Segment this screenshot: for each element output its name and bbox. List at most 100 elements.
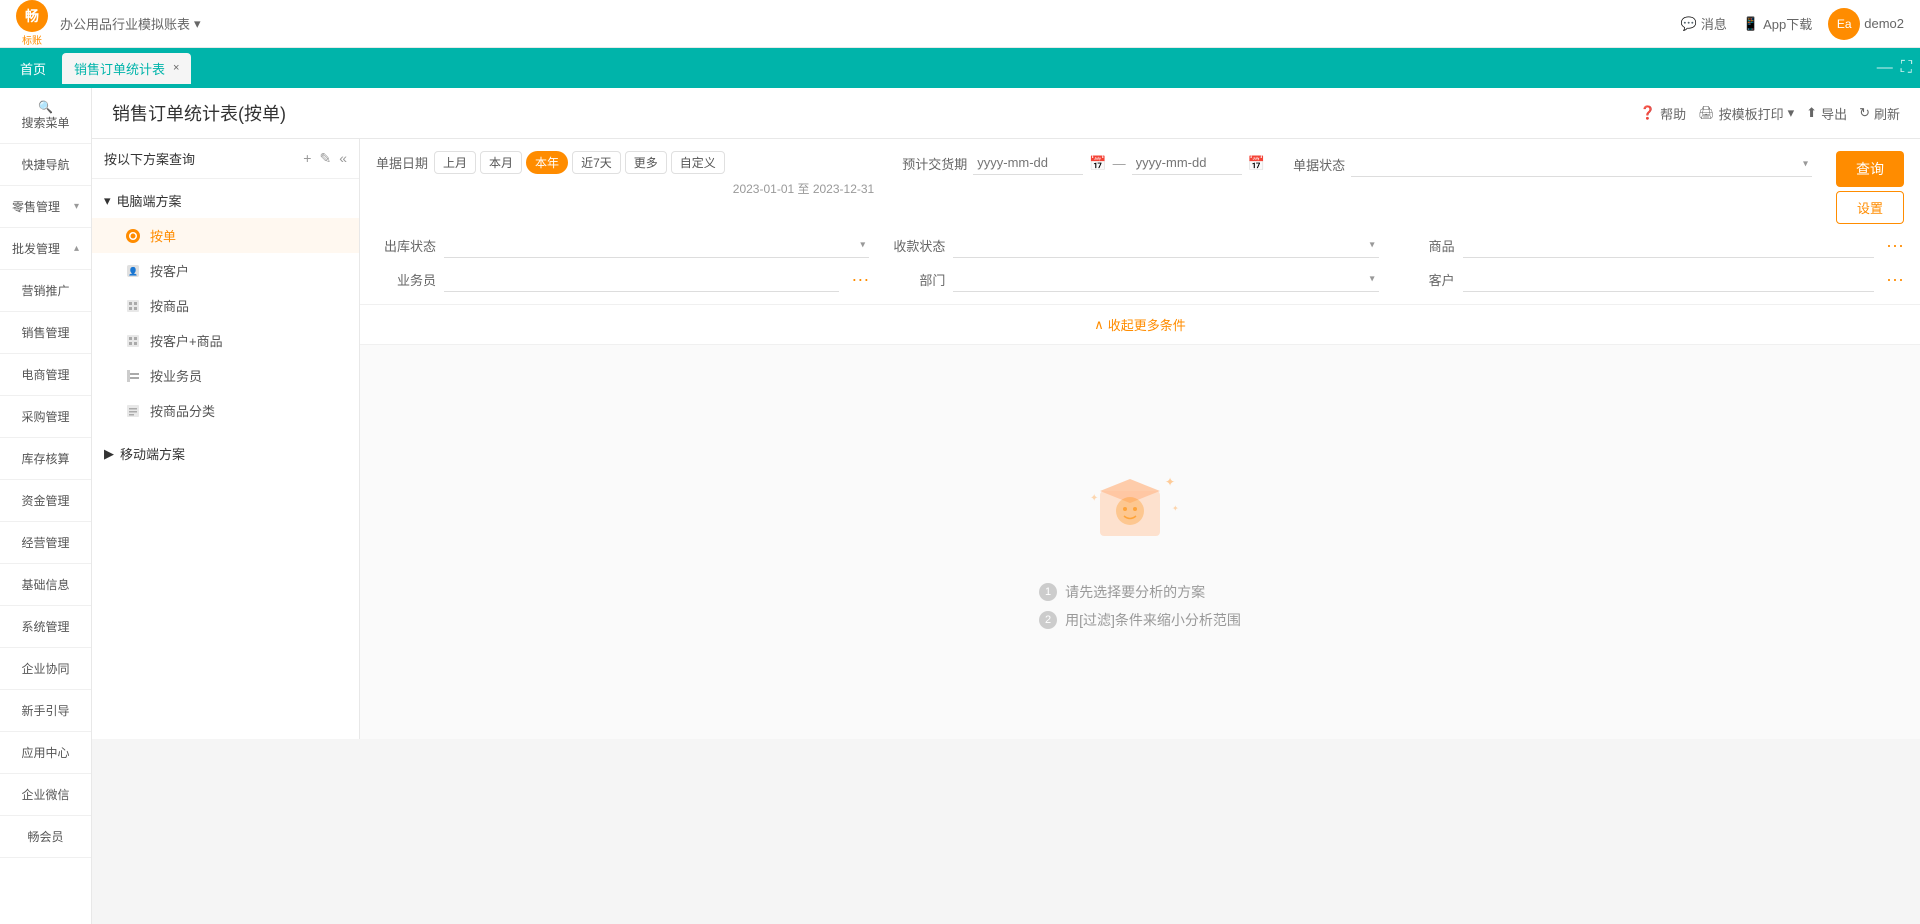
nav-tabs: 首页 销售订单统计表 × — ⛶	[0, 48, 1920, 88]
doc-status-select-wrap: ▾	[1351, 151, 1812, 177]
empty-tips: 1 请先选择要分析的方案 2 用[过滤]条件来缩小分析范围	[1039, 578, 1241, 634]
scheme-item-by-category[interactable]: 按商品分类	[92, 393, 359, 428]
payment-status-select-wrap: ▾	[953, 232, 1378, 258]
empty-tip-1: 1 请先选择要分析的方案	[1039, 578, 1241, 606]
sidebar-item-basic-info[interactable]: 基础信息	[0, 564, 91, 606]
payment-status-select[interactable]	[953, 232, 1378, 258]
date-btn-last-month[interactable]: 上月	[434, 151, 476, 174]
search-icon: 🔍	[38, 100, 53, 114]
scheme-edit-btn[interactable]: ✎	[319, 150, 331, 167]
date-btn-custom[interactable]: 自定义	[671, 151, 725, 174]
scheme-group-mobile-arrow-icon: ▶	[104, 446, 114, 462]
tab-close-icon[interactable]: ×	[173, 62, 179, 74]
scheme-item-icon-salesperson	[124, 367, 142, 385]
layout: 🔍 搜索菜单 快捷导航 零售管理 ▾ 批发管理 ▴ 营销推广 销售管理 电商管理…	[0, 88, 1920, 924]
date-btn-7days[interactable]: 近7天	[572, 151, 621, 174]
salesperson-input[interactable]	[444, 266, 839, 292]
empty-state: ✦ ✦ ✦ 1 请先选择要分析的方案 2	[1019, 371, 1261, 714]
customer-label: 客户	[1395, 270, 1455, 289]
app-title[interactable]: 办公用品行业模拟账表 ▾	[60, 14, 201, 33]
filter-area: 单据日期 上月 本月 本年 近7天 更多 自定义 2023-01-01	[360, 139, 1920, 345]
sidebar-item-marketing[interactable]: 营销推广	[0, 270, 91, 312]
sidebar-item-shortcuts[interactable]: 快捷导航	[0, 144, 91, 186]
scheme-item-icon-category	[124, 402, 142, 420]
app-download-btn[interactable]: 📱 App下载	[1743, 14, 1812, 33]
sidebar-item-inventory[interactable]: 库存核算	[0, 438, 91, 480]
sidebar-item-purchase[interactable]: 采购管理	[0, 396, 91, 438]
tab-current[interactable]: 销售订单统计表 ×	[62, 53, 191, 84]
sidebar-item-finance[interactable]: 资金管理	[0, 480, 91, 522]
expected-date-end-icon[interactable]: 📅	[1248, 155, 1265, 172]
window-maximize-btn[interactable]: ⛶	[1901, 59, 1912, 77]
window-minimize-btn[interactable]: —	[1877, 59, 1893, 77]
sidebar-item-members[interactable]: 畅会员	[0, 816, 91, 858]
scheme-item-icon-order	[124, 227, 142, 245]
scheme-group-pc-header[interactable]: ▾ 电脑端方案	[92, 183, 359, 218]
date-btn-more[interactable]: 更多	[625, 151, 667, 174]
sidebar-item-sales[interactable]: 销售管理	[0, 312, 91, 354]
page-header: 销售订单统计表(按单) ❓ 帮助 🖨 按模板打印 ▾ ⬆ 导出 ↻ 刷新	[92, 88, 1920, 139]
doc-status-label: 单据状态	[1293, 155, 1345, 174]
page-title: 销售订单统计表(按单)	[112, 100, 286, 126]
export-icon: ⬆	[1806, 105, 1817, 121]
outbound-status-select[interactable]	[444, 232, 869, 258]
filter-row-3: 业务员 ··· 部门 ▾	[360, 258, 1920, 304]
date-btn-this-year[interactable]: 本年	[526, 151, 568, 174]
sidebar-item-cooperation[interactable]: 企业协同	[0, 648, 91, 690]
refresh-btn[interactable]: ↻ 刷新	[1859, 104, 1900, 123]
settings-button[interactable]: 设置	[1836, 191, 1904, 224]
sidebar-item-ecommerce[interactable]: 电商管理	[0, 354, 91, 396]
help-btn[interactable]: ❓ 帮助	[1640, 104, 1686, 123]
scheme-item-by-customer-goods[interactable]: 按客户+商品	[92, 323, 359, 358]
department-select[interactable]	[953, 266, 1378, 292]
salesperson-more-btn[interactable]: ···	[851, 270, 869, 288]
scheme-item-by-order[interactable]: 按单	[92, 218, 359, 253]
expected-date-start-icon[interactable]: 📅	[1089, 155, 1106, 172]
scheme-collapse-btn[interactable]: «	[339, 150, 347, 167]
query-button[interactable]: 查询	[1836, 151, 1904, 187]
doc-status-select[interactable]	[1351, 151, 1812, 177]
sidebar-item-retail[interactable]: 零售管理 ▾	[0, 186, 91, 228]
wholesale-arrow-icon: ▴	[74, 243, 79, 254]
template-print-btn[interactable]: 🖨 按模板打印 ▾	[1698, 104, 1794, 123]
scheme-group-pc: ▾ 电脑端方案 按单	[92, 179, 359, 432]
expected-date-start[interactable]	[973, 151, 1083, 175]
filter-row-1: 单据日期 上月 本月 本年 近7天 更多 自定义 2023-01-01	[360, 139, 1920, 224]
scheme-item-by-goods[interactable]: 按商品	[92, 288, 359, 323]
goods-group: 商品 ···	[1395, 232, 1904, 258]
sidebar-item-guide[interactable]: 新手引导	[0, 690, 91, 732]
date-btn-this-month[interactable]: 本月	[480, 151, 522, 174]
customer-input[interactable]	[1463, 266, 1874, 292]
message-btn[interactable]: 💬 消息	[1681, 14, 1727, 33]
collapse-bar[interactable]: ∧ 收起更多条件	[360, 304, 1920, 344]
scheme-panel: 按以下方案查询 + ✎ « ▾ 电脑端方案	[92, 139, 360, 739]
svg-text:✦: ✦	[1172, 504, 1179, 513]
scheme-add-btn[interactable]: +	[303, 150, 311, 167]
goods-label: 商品	[1395, 236, 1455, 255]
goods-more-btn[interactable]: ···	[1886, 236, 1904, 254]
sidebar-item-wechat[interactable]: 企业微信	[0, 774, 91, 816]
date-label: 单据日期	[376, 153, 428, 172]
goods-input[interactable]	[1463, 232, 1874, 258]
sidebar-item-system[interactable]: 系统管理	[0, 606, 91, 648]
sidebar-item-wholesale[interactable]: 批发管理 ▴	[0, 228, 91, 270]
sidebar-item-apps[interactable]: 应用中心	[0, 732, 91, 774]
scheme-group-mobile-header[interactable]: ▶ 移动端方案	[92, 436, 359, 471]
tab-home[interactable]: 首页	[8, 53, 58, 84]
title-dropdown-icon: ▾	[194, 16, 201, 32]
page-body: 按以下方案查询 + ✎ « ▾ 电脑端方案	[92, 139, 1920, 739]
department-select-wrap: ▾	[953, 266, 1378, 292]
help-icon: ❓	[1640, 105, 1656, 121]
export-btn[interactable]: ⬆ 导出	[1806, 104, 1847, 123]
sidebar-item-operation[interactable]: 经营管理	[0, 522, 91, 564]
print-icon: 🖨	[1698, 105, 1715, 121]
scheme-header: 按以下方案查询 + ✎ «	[92, 139, 359, 179]
user-area[interactable]: Ea demo2	[1828, 8, 1904, 40]
scheme-item-by-salesperson[interactable]: 按业务员	[92, 358, 359, 393]
scheme-item-by-customer[interactable]: 👤 按客户	[92, 253, 359, 288]
logo-icon: 畅	[16, 0, 48, 32]
empty-tip-2: 2 用[过滤]条件来缩小分析范围	[1039, 606, 1241, 634]
customer-more-btn[interactable]: ···	[1886, 270, 1904, 288]
expected-date-end[interactable]	[1132, 151, 1242, 175]
sidebar-item-search[interactable]: 🔍 搜索菜单	[0, 88, 91, 144]
